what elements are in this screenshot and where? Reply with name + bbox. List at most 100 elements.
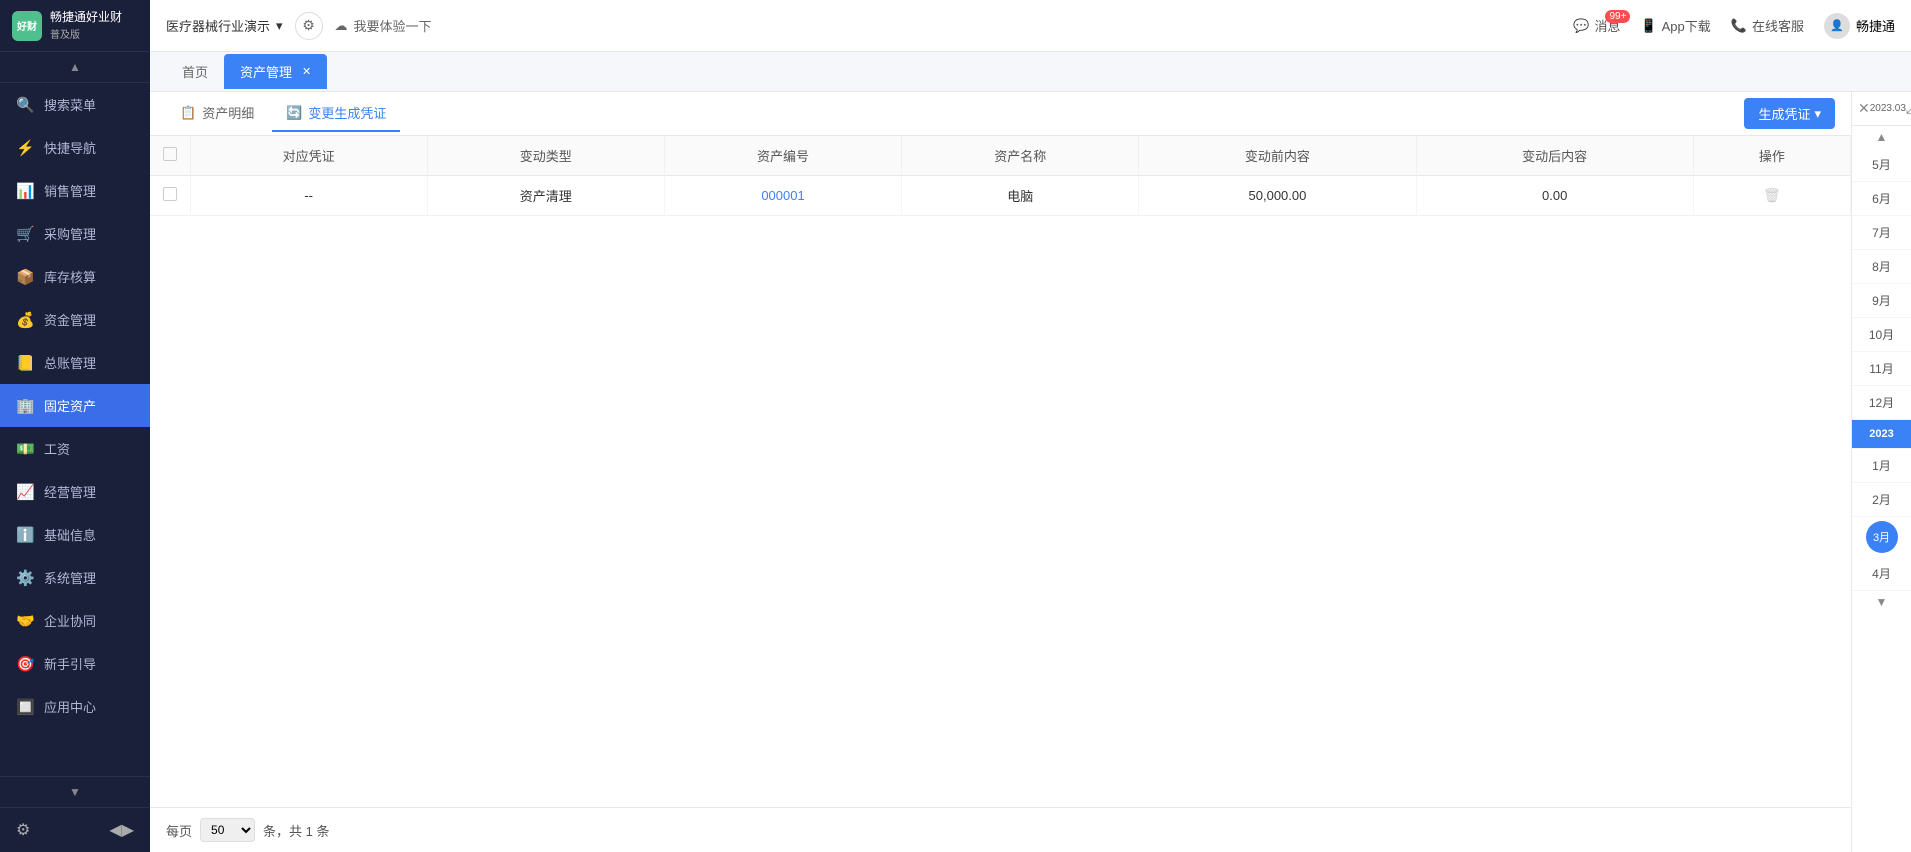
sidebar-item-inventory[interactable]: 📦 库存核算: [0, 255, 150, 298]
col-header-type: 变动类型: [427, 136, 664, 176]
sidebar-item-basic[interactable]: ℹ️ 基础信息: [0, 513, 150, 556]
header-settings-button[interactable]: ⚙: [295, 12, 323, 40]
sidebar-item-label: 固定资产: [44, 396, 96, 415]
generate-voucher-button[interactable]: 生成凭证 ▾: [1744, 98, 1835, 129]
tab-voucher[interactable]: 🔄 变更生成凭证: [272, 95, 400, 132]
date-scroll-up[interactable]: ▲: [1852, 126, 1911, 148]
sidebar-item-label: 总账管理: [44, 353, 96, 372]
col-header-action: 操作: [1693, 136, 1850, 176]
sidebar-item-ledger[interactable]: 📒 总账管理: [0, 341, 150, 384]
user-name: 畅捷通: [1856, 16, 1895, 35]
sidebar-scroll-down[interactable]: ▼: [65, 781, 85, 803]
company-name: 医疗器械行业演示: [166, 16, 270, 35]
tab-home[interactable]: 首页: [166, 54, 224, 89]
panel-year-label: 2023.03: [1870, 103, 1906, 114]
logo-title: 畅捷通好业财: [50, 10, 122, 26]
sidebar-item-label: 系统管理: [44, 568, 96, 587]
month-8[interactable]: 8月: [1852, 250, 1911, 284]
chevron-down-icon: ▾: [276, 18, 283, 34]
month-5[interactable]: 5月: [1852, 148, 1911, 182]
month-9[interactable]: 9月: [1852, 284, 1911, 318]
tab-voucher-label: 变更生成凭证: [308, 103, 386, 122]
right-panel: ✕ 2023.03 ⤢ ▲ 5月 6月 7月 8月 9月 10月 11月 12月…: [1851, 92, 1911, 852]
guide-icon: 🎯: [16, 655, 34, 673]
app-download-label: App下载: [1662, 16, 1711, 35]
sidebar-item-assets[interactable]: 🏢 固定资产: [0, 384, 150, 427]
generate-dropdown-icon: ▾: [1814, 106, 1821, 122]
messages-badge: 99+: [1605, 10, 1630, 23]
sidebar-item-operations[interactable]: 📈 经营管理: [0, 470, 150, 513]
sidebar-item-funds[interactable]: 💰 资金管理: [0, 298, 150, 341]
sidebar-item-label: 工资: [44, 439, 70, 458]
date-scroll-down[interactable]: ▼: [1852, 591, 1911, 613]
sidebar-bottom: ⚙ ◀▶: [0, 807, 150, 852]
sidebar-item-sales[interactable]: 📊 销售管理: [0, 169, 150, 212]
row-before: 50,000.00: [1139, 176, 1416, 216]
row-code: 000001: [664, 176, 901, 216]
month-10[interactable]: 10月: [1852, 318, 1911, 352]
sidebar-item-label: 快捷导航: [44, 138, 96, 157]
sidebar-item-label: 销售管理: [44, 181, 96, 200]
sidebar-item-label: 企业协同: [44, 611, 96, 630]
per-page-select[interactable]: 50 10 20 100: [200, 818, 255, 842]
row-checkbox[interactable]: [163, 187, 177, 201]
col-header-voucher: 对应凭证: [190, 136, 427, 176]
sidebar-item-quicknav[interactable]: ⚡ 快捷导航: [0, 126, 150, 169]
year-2023[interactable]: 2023: [1852, 420, 1911, 449]
company-selector[interactable]: 医疗器械行业演示 ▾: [166, 16, 283, 35]
logo-subtitle: 普及版: [50, 26, 122, 41]
sidebar-item-search[interactable]: 🔍 搜索菜单: [0, 83, 150, 126]
tab-asset-detail[interactable]: 📋 资产明细: [166, 95, 268, 132]
select-all-checkbox[interactable]: [163, 147, 177, 161]
inventory-icon: 📦: [16, 268, 34, 286]
sidebar-menu: 🔍 搜索菜单 ⚡ 快捷导航 📊 销售管理 🛒 采购管理 📦 库存核算 💰 资金管…: [0, 83, 150, 776]
tab-home-label: 首页: [182, 62, 208, 81]
sidebar-item-label: 经营管理: [44, 482, 96, 501]
sidebar-toggle-icon[interactable]: ◀▶: [109, 820, 134, 840]
experience-text: 我要体验一下: [354, 16, 432, 35]
row-voucher: --: [190, 176, 427, 216]
panel-expand-button[interactable]: ⤢: [1906, 100, 1911, 117]
service-button[interactable]: 📞 在线客服: [1731, 16, 1804, 35]
sidebar-item-apps[interactable]: 🔲 应用中心: [0, 685, 150, 728]
sidebar-item-salary[interactable]: 💵 工资: [0, 427, 150, 470]
tab-assets[interactable]: 资产管理 ✕: [224, 54, 327, 89]
sidebar-scroll-up[interactable]: ▲: [65, 56, 85, 78]
sidebar-item-guide[interactable]: 🎯 新手引导: [0, 642, 150, 685]
enterprise-icon: 🤝: [16, 612, 34, 630]
sidebar-item-label: 新手引导: [44, 654, 96, 673]
sidebar-item-system[interactable]: ⚙️ 系统管理: [0, 556, 150, 599]
delete-button[interactable]: 🗑: [1763, 187, 1781, 203]
sidebar-item-enterprise[interactable]: 🤝 企业协同: [0, 599, 150, 642]
sidebar-item-label: 资金管理: [44, 310, 96, 329]
experience-button[interactable]: ☁ 我要体验一下: [335, 16, 432, 35]
close-icon[interactable]: ✕: [302, 65, 311, 78]
ledger-icon: 📒: [16, 354, 34, 372]
messages-button[interactable]: 💬 消息 99+: [1573, 16, 1620, 35]
col-header-code: 资产编号: [664, 136, 901, 176]
search-icon: 🔍: [16, 96, 34, 114]
month-7[interactable]: 7月: [1852, 216, 1911, 250]
inner-tabs: 📋 资产明细 🔄 变更生成凭证 生成凭证 ▾: [150, 92, 1851, 136]
month-12[interactable]: 12月: [1852, 386, 1911, 420]
month-4[interactable]: 4月: [1852, 557, 1911, 591]
system-icon: ⚙️: [16, 569, 34, 587]
month-1[interactable]: 1月: [1852, 449, 1911, 483]
date-scroll: ▲ 5月 6月 7月 8月 9月 10月 11月 12月 2023 1月 2月 …: [1852, 126, 1911, 852]
asset-detail-icon: 📋: [180, 105, 196, 121]
tab-assets-label: 资产管理: [240, 62, 292, 81]
sidebar-item-purchase[interactable]: 🛒 采购管理: [0, 212, 150, 255]
total-text: 条，共 1 条: [263, 821, 329, 840]
sidebar-item-label: 应用中心: [44, 697, 96, 716]
month-3-active[interactable]: 3月: [1866, 521, 1898, 553]
app-download-button[interactable]: 📱 App下载: [1640, 16, 1710, 35]
user-area[interactable]: 👤 畅捷通: [1824, 13, 1895, 39]
per-page-label: 每页: [166, 821, 192, 840]
funds-icon: 💰: [16, 311, 34, 329]
month-2[interactable]: 2月: [1852, 483, 1911, 517]
settings-icon[interactable]: ⚙: [16, 820, 30, 840]
table-row: -- 资产清理 000001 电脑 50,000.00 0.00 🗑: [150, 176, 1851, 216]
month-6[interactable]: 6月: [1852, 182, 1911, 216]
month-11[interactable]: 11月: [1852, 352, 1911, 386]
panel-close-button[interactable]: ✕: [1858, 100, 1870, 117]
